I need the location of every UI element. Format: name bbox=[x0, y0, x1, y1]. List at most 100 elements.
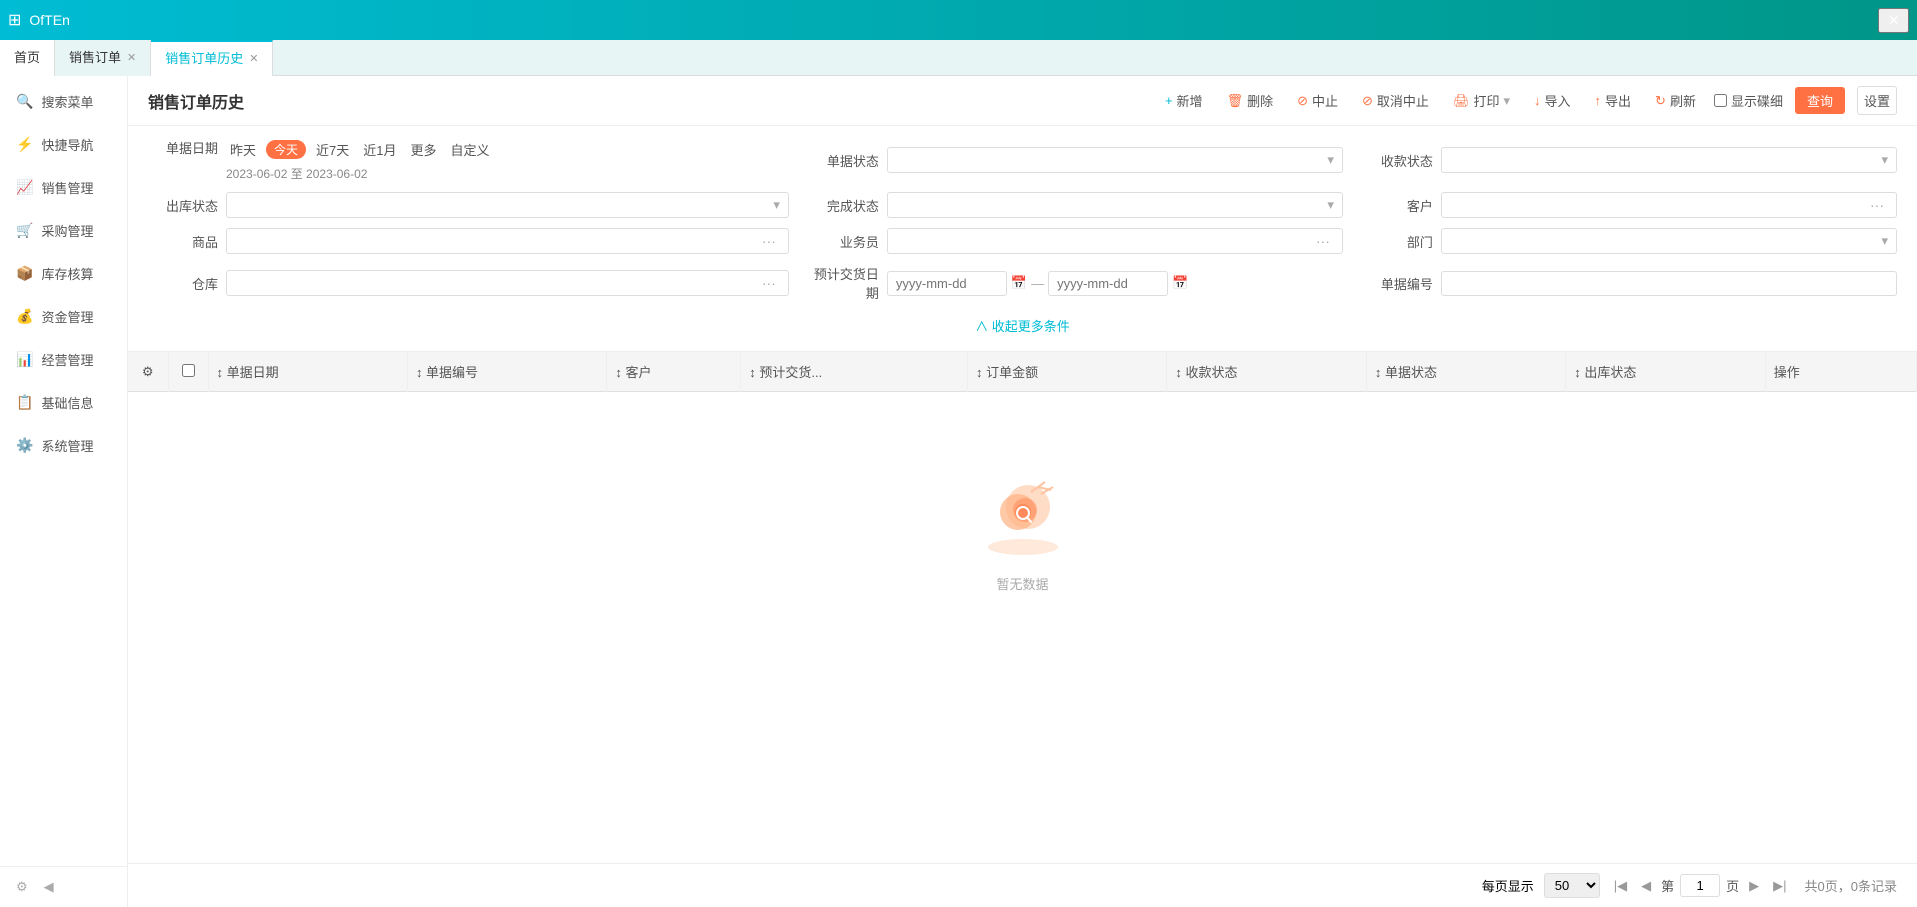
first-page-button[interactable]: |◀ bbox=[1610, 876, 1631, 896]
salesperson-label: 业务员 bbox=[809, 232, 879, 251]
col-customer-label: ↕ 客户 bbox=[615, 365, 651, 380]
export-button[interactable]: ↑ 导出 bbox=[1589, 87, 1638, 114]
settings-button[interactable]: 设置 bbox=[1857, 86, 1897, 115]
sidebar-item-purchase-mgmt[interactable]: 🛒 采购管理 bbox=[0, 209, 127, 252]
query-label: 查询 bbox=[1807, 91, 1833, 110]
prev-page-button[interactable]: ◀ bbox=[1637, 876, 1655, 896]
col-payment-status[interactable]: ↕ 收款状态 bbox=[1167, 352, 1366, 392]
warehouse-label: 仓库 bbox=[148, 274, 218, 293]
display-cols-checkbox[interactable]: 显示碟细 bbox=[1714, 91, 1783, 110]
department-select[interactable]: ▾ bbox=[1441, 228, 1897, 254]
date-option-more[interactable]: 更多 bbox=[407, 138, 441, 161]
empty-state: 暂无数据 bbox=[128, 392, 1917, 673]
last-page-button[interactable]: ▶| bbox=[1769, 876, 1790, 896]
next-page-button[interactable]: ▶ bbox=[1745, 876, 1763, 896]
date-option-1month[interactable]: 近1月 bbox=[359, 138, 400, 161]
col-doc-number[interactable]: ↕ 单据编号 bbox=[407, 352, 606, 392]
complete-status-select[interactable]: ▾ bbox=[887, 192, 1343, 218]
col-expected-delivery[interactable]: ↕ 预计交货... bbox=[741, 352, 968, 392]
tab-sales-order-history[interactable]: 销售订单历史 ✕ bbox=[151, 40, 273, 76]
col-outbound-status[interactable]: ↕ 出库状态 bbox=[1566, 352, 1765, 392]
sidebar-item-sales-mgmt[interactable]: 📈 销售管理 bbox=[0, 166, 127, 209]
goods-ellipsis-button[interactable]: ··· bbox=[758, 233, 780, 249]
col-doc-status[interactable]: ↕ 单据状态 bbox=[1366, 352, 1565, 392]
query-button[interactable]: 查询 bbox=[1795, 87, 1845, 114]
date-range-display: 2023-06-02 至 2023-06-02 bbox=[226, 165, 494, 182]
bar-chart-icon: 📊 bbox=[16, 351, 33, 368]
customer-label: 客户 bbox=[1363, 196, 1433, 215]
sidebar-item-search-menu[interactable]: 🔍 搜索菜单 bbox=[0, 80, 127, 123]
tab-home-label: 首页 bbox=[14, 40, 40, 76]
col-doc-date[interactable]: ↕ 单据日期 bbox=[208, 352, 407, 392]
page-number-input[interactable] bbox=[1680, 874, 1720, 897]
col-order-amount[interactable]: ↕ 订单金额 bbox=[967, 352, 1166, 392]
date-option-yesterday[interactable]: 昨天 bbox=[226, 138, 260, 161]
tab-sales-order-history-label: 销售订单历史 bbox=[165, 41, 243, 77]
payment-status-arrow: ▾ bbox=[1881, 152, 1888, 168]
outbound-status-select[interactable]: ▾ bbox=[226, 192, 789, 218]
col-checkbox[interactable] bbox=[168, 352, 208, 392]
tab-sales-order-history-close[interactable]: ✕ bbox=[249, 41, 258, 77]
export-icon: ↑ bbox=[1595, 93, 1602, 108]
status-label: 单据状态 bbox=[809, 151, 879, 170]
settings-col-icon[interactable]: ⚙ bbox=[142, 364, 154, 379]
import-icon: ↓ bbox=[1534, 93, 1541, 108]
sidebar-item-operations-label: 经营管理 bbox=[41, 350, 93, 369]
expected-date-end[interactable] bbox=[1048, 271, 1168, 296]
doc-status-select[interactable]: ▾ bbox=[887, 147, 1343, 173]
lightning-icon: ⚡ bbox=[16, 136, 33, 153]
sidebar-item-operations[interactable]: 📊 经营管理 bbox=[0, 338, 127, 381]
sidebar-item-basic-info[interactable]: 📋 基础信息 bbox=[0, 381, 127, 424]
refresh-button[interactable]: ↻ 刷新 bbox=[1649, 87, 1702, 114]
date-option-custom[interactable]: 自定义 bbox=[447, 138, 494, 161]
sidebar-item-finance[interactable]: 💰 资金管理 bbox=[0, 295, 127, 338]
select-all-checkbox[interactable] bbox=[182, 364, 195, 377]
import-button[interactable]: ↓ 导入 bbox=[1528, 87, 1577, 114]
payment-status-select[interactable]: ▾ bbox=[1441, 147, 1897, 173]
tab-sales-order[interactable]: 销售订单 ✕ bbox=[55, 40, 151, 76]
collapse-row[interactable]: ∧ 收起更多条件 bbox=[148, 312, 1897, 339]
expected-date-start[interactable] bbox=[887, 271, 1007, 296]
data-table: ⚙ ↕ 单据日期 ↕ 单据编号 ↕ 客户 bbox=[128, 352, 1917, 392]
calendar-start-icon[interactable]: 📅 bbox=[1011, 275, 1027, 291]
sidebar-collapse-icon[interactable]: ◀ bbox=[44, 879, 54, 895]
outbound-status-arrow: ▾ bbox=[773, 197, 780, 213]
date-separator: — bbox=[1031, 276, 1044, 291]
tab-sales-order-label: 销售订单 bbox=[69, 40, 121, 76]
sidebar-item-quick-nav-label: 快捷导航 bbox=[41, 135, 93, 154]
print-button[interactable]: 🖨 打印 ▾ bbox=[1447, 87, 1516, 114]
date-option-7days[interactable]: 近7天 bbox=[312, 138, 353, 161]
col-doc-status-label: ↕ 单据状态 bbox=[1375, 365, 1437, 380]
sidebar-item-system-mgmt[interactable]: ⚙️ 系统管理 bbox=[0, 424, 127, 467]
tab-home[interactable]: 首页 bbox=[0, 40, 55, 76]
display-cols-input[interactable] bbox=[1714, 94, 1727, 107]
col-customer[interactable]: ↕ 客户 bbox=[607, 352, 741, 392]
tab-sales-order-close[interactable]: ✕ bbox=[127, 40, 136, 76]
warehouse-ellipsis-button[interactable]: ··· bbox=[758, 275, 780, 291]
cancel-stop-button[interactable]: ⊘ 取消中止 bbox=[1356, 87, 1435, 114]
col-doc-date-label: ↕ 单据日期 bbox=[217, 365, 279, 380]
page-size-select[interactable]: 10 20 50 100 bbox=[1544, 873, 1600, 898]
stop-button[interactable]: ⊘ 中止 bbox=[1291, 87, 1344, 114]
customer-ellipsis-button[interactable]: ··· bbox=[1866, 197, 1888, 213]
page-size-label: 每页显示 bbox=[1482, 876, 1534, 895]
new-button[interactable]: + 新增 bbox=[1159, 87, 1209, 114]
col-settings[interactable]: ⚙ bbox=[128, 352, 168, 392]
sidebar-item-quick-nav[interactable]: ⚡ 快捷导航 bbox=[0, 123, 127, 166]
window-close-button[interactable]: × bbox=[1878, 8, 1909, 33]
col-payment-status-label: ↕ 收款状态 bbox=[1175, 365, 1237, 380]
salesperson-ellipsis-button[interactable]: ··· bbox=[1312, 233, 1334, 249]
date-option-today[interactable]: 今天 bbox=[266, 140, 306, 159]
delete-button[interactable]: 🗑 删除 bbox=[1221, 87, 1280, 114]
sidebar-item-finance-label: 资金管理 bbox=[41, 307, 93, 326]
page-header: 销售订单历史 + 新增 🗑 删除 ⊘ 中止 ⊘ 取消中止 bbox=[128, 76, 1917, 126]
settings-label: 设置 bbox=[1864, 91, 1890, 110]
calendar-end-icon[interactable]: 📅 bbox=[1172, 275, 1188, 291]
doc-number-input[interactable] bbox=[1441, 271, 1897, 296]
sidebar-settings-icon[interactable]: ⚙ bbox=[16, 879, 28, 895]
sidebar-item-inventory[interactable]: 📦 库存核算 bbox=[0, 252, 127, 295]
clipboard-icon: 📋 bbox=[16, 394, 33, 411]
page-label: 页 bbox=[1726, 876, 1739, 895]
print-label: 打印 bbox=[1473, 91, 1499, 110]
table-header-row: ⚙ ↕ 单据日期 ↕ 单据编号 ↕ 客户 bbox=[128, 352, 1917, 392]
